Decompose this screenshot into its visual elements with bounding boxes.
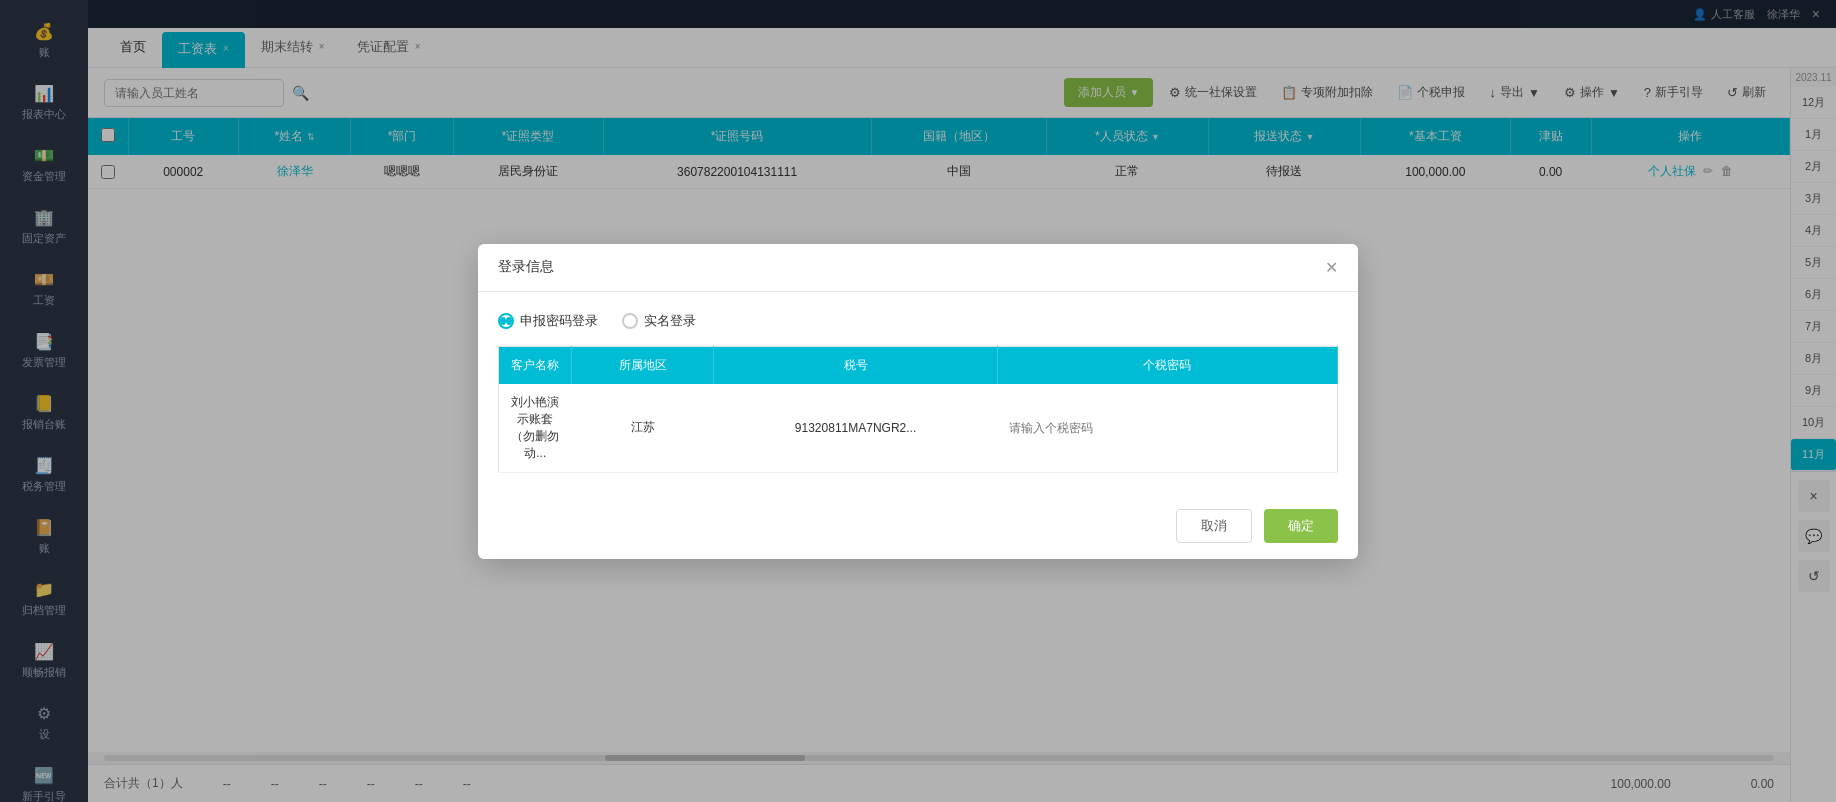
radio-realname-label: 实名登录 bbox=[644, 312, 696, 330]
inner-row-taxno: 91320811MA7NGR2... bbox=[714, 384, 997, 473]
radio-pwd-option[interactable]: 申报密码登录 bbox=[498, 312, 598, 330]
dialog-title: 登录信息 bbox=[498, 258, 554, 276]
inner-header-name: 客户名称 bbox=[499, 346, 572, 384]
inner-header-taxno: 税号 bbox=[714, 346, 997, 384]
inner-row-region: 江苏 bbox=[572, 384, 714, 473]
login-type-radio-group: 申报密码登录 实名登录 bbox=[498, 312, 1338, 330]
dialog-body: 申报密码登录 实名登录 客户名称 所属地区 税号 个税密码 bbox=[478, 292, 1358, 493]
inner-table: 客户名称 所属地区 税号 个税密码 刘小艳演示账套（勿删勿动... 江苏 913… bbox=[498, 346, 1338, 473]
cancel-button[interactable]: 取消 bbox=[1176, 509, 1252, 543]
dialog-overlay[interactable]: 登录信息 ✕ 申报密码登录 实名登录 客户名称 bbox=[0, 0, 1836, 802]
inner-table-row: 刘小艳演示账套（勿删勿动... 江苏 91320811MA7NGR2... bbox=[499, 384, 1338, 473]
login-dialog: 登录信息 ✕ 申报密码登录 实名登录 客户名称 bbox=[478, 244, 1358, 559]
password-input[interactable] bbox=[1009, 421, 1325, 435]
inner-header-password: 个税密码 bbox=[997, 346, 1337, 384]
inner-row-name: 刘小艳演示账套（勿删勿动... bbox=[499, 384, 572, 473]
inner-header-region: 所属地区 bbox=[572, 346, 714, 384]
dialog-footer: 取消 确定 bbox=[478, 493, 1358, 559]
radio-pwd-label: 申报密码登录 bbox=[520, 312, 598, 330]
inner-row-password[interactable] bbox=[997, 384, 1337, 473]
dialog-header: 登录信息 ✕ bbox=[478, 244, 1358, 292]
confirm-button[interactable]: 确定 bbox=[1264, 509, 1338, 543]
radio-pwd-circle bbox=[498, 313, 514, 329]
radio-realname-circle bbox=[622, 313, 638, 329]
radio-realname-option[interactable]: 实名登录 bbox=[622, 312, 696, 330]
dialog-close-button[interactable]: ✕ bbox=[1325, 258, 1338, 277]
